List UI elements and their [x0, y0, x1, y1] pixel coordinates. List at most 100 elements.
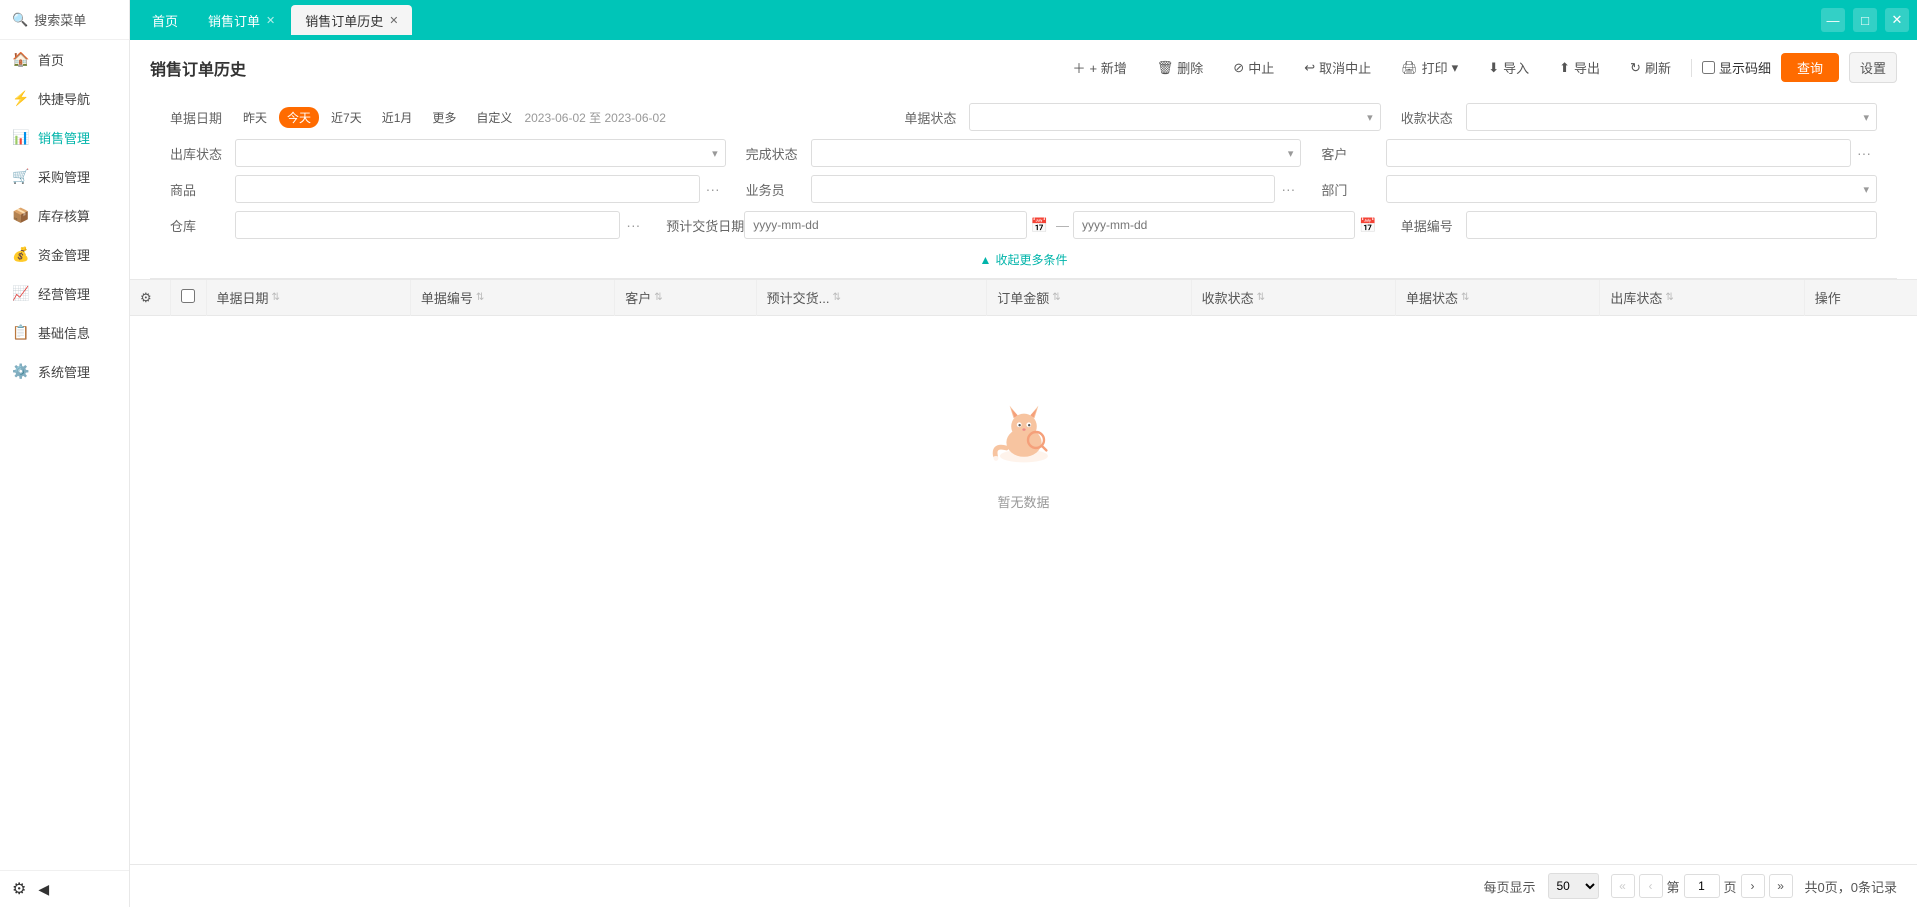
filter-complete-status-group: 完成状态 [746, 139, 1302, 167]
filter-expected-date-start[interactable] [744, 211, 1026, 239]
topbar: 首页 销售订单 ✕ 销售订单历史 ✕ — □ ✕ [130, 0, 1917, 40]
col-amount-sort-icon: ⇅ [1052, 292, 1060, 303]
col-actions-label: 操作 [1815, 288, 1841, 307]
col-no-sort-icon: ⇅ [476, 292, 484, 303]
pagination-prev[interactable]: ‹ [1639, 874, 1663, 898]
col-customer[interactable]: 客户 ⇅ [615, 280, 756, 316]
date-1month-btn[interactable]: 近1月 [374, 107, 421, 128]
inventory-icon: 📦 [12, 207, 30, 224]
col-expected-date[interactable]: 预计交货... ⇅ [756, 280, 987, 316]
tab-sales-order-close[interactable]: ✕ [266, 14, 275, 27]
add-button[interactable]: ＋ + 新增 [1063, 53, 1137, 82]
content-area: 销售订单历史 ＋ + 新增 🗑 删除 ⊘ 中止 ↩ [130, 40, 1917, 907]
col-date[interactable]: 单据日期 ⇅ [206, 280, 410, 316]
pagination-next[interactable]: › [1741, 874, 1765, 898]
col-payment-status[interactable]: 收款状态 ⇅ [1191, 280, 1395, 316]
tab-home[interactable]: 首页 [138, 5, 192, 35]
col-order-status[interactable]: 单据状态 ⇅ [1396, 280, 1600, 316]
sidebar-item-operations[interactable]: 📈 经营管理 [0, 274, 129, 313]
filter-customer-input[interactable] [1386, 139, 1851, 167]
page-number-input[interactable] [1684, 874, 1720, 898]
filter-row-1: 单据日期 昨天 今天 近7天 近1月 更多 自定义 2023-06-02 至 2… [170, 103, 1877, 131]
col-order-status-sort-icon: ⇅ [1461, 292, 1469, 303]
table-select-all[interactable] [181, 289, 195, 303]
sidebar-item-basic-info[interactable]: 📋 基础信息 [0, 313, 129, 352]
filter-collapse-row[interactable]: ▲ 收起更多条件 [170, 247, 1877, 268]
sidebar-item-sales[interactable]: 📊 销售管理 [0, 118, 129, 157]
filter-order-no-input[interactable] [1466, 211, 1877, 239]
maximize-button[interactable]: □ [1853, 8, 1877, 32]
filter-product-group: 商品 ··· [170, 175, 726, 203]
print-button[interactable]: 🖨 打印 ▾ [1391, 53, 1468, 82]
col-payment-status-sort-icon: ⇅ [1257, 292, 1265, 303]
filter-department-wrapper [1386, 175, 1877, 203]
filter-order-no-group: 单据编号 [1401, 211, 1877, 239]
display-cols-checkbox[interactable] [1702, 61, 1715, 74]
cancel-stop-icon: ↩ [1304, 60, 1315, 76]
sidebar-item-home[interactable]: 🏠 首页 [0, 40, 129, 79]
tab-sales-order-history[interactable]: 销售订单历史 ✕ [291, 5, 412, 35]
date-more-btn[interactable]: 更多 [424, 107, 464, 128]
display-cols-toggle[interactable]: 显示码细 [1702, 58, 1771, 77]
filter-expected-date-end[interactable] [1073, 211, 1355, 239]
cancel-stop-button[interactable]: ↩ 取消中止 [1294, 53, 1381, 82]
sidebar-item-purchase[interactable]: 🛒 采购管理 [0, 157, 129, 196]
col-amount[interactable]: 订单金额 ⇅ [987, 280, 1191, 316]
filter-area: 单据日期 昨天 今天 近7天 近1月 更多 自定义 2023-06-02 至 2… [150, 93, 1897, 279]
pagination-last[interactable]: » [1769, 874, 1793, 898]
col-expected-date-sort-icon: ⇅ [833, 292, 841, 303]
tab-sales-order[interactable]: 销售订单 ✕ [194, 5, 289, 35]
filter-customer-dots-btn[interactable]: ··· [1851, 143, 1877, 163]
filter-complete-status-label: 完成状态 [746, 144, 811, 163]
sidebar-settings-icon[interactable]: ⚙ [12, 879, 26, 899]
filter-salesperson-dots-btn[interactable]: ··· [1275, 179, 1301, 199]
export-button[interactable]: ⬆ 导出 [1549, 53, 1610, 82]
filter-order-status-select[interactable] [969, 103, 1380, 131]
table-settings-col[interactable]: ⚙ [130, 280, 170, 316]
query-button[interactable]: 查询 [1781, 53, 1839, 82]
refresh-button[interactable]: ↻ 刷新 [1620, 53, 1681, 82]
import-button[interactable]: ⬇ 导入 [1478, 53, 1539, 82]
filter-complete-status-select[interactable] [811, 139, 1302, 167]
date-7days-btn[interactable]: 近7天 [323, 107, 370, 128]
quick-nav-icon: ⚡ [12, 90, 30, 107]
col-out-status[interactable]: 出库状态 ⇅ [1600, 280, 1804, 316]
stop-button[interactable]: ⊘ 中止 [1223, 53, 1284, 82]
col-no[interactable]: 单据编号 ⇅ [410, 280, 614, 316]
filter-warehouse-input[interactable] [235, 211, 620, 239]
sidebar-collapse-icon[interactable]: ◀ [38, 881, 49, 898]
filter-warehouse-dots-btn[interactable]: ··· [620, 215, 646, 235]
filter-product-input[interactable] [235, 175, 700, 203]
close-button[interactable]: ✕ [1885, 8, 1909, 32]
col-actions: 操作 [1804, 280, 1917, 316]
filter-payment-status-wrapper [1466, 103, 1877, 131]
col-expected-date-label: 预计交货... [767, 288, 830, 307]
sidebar-item-finance[interactable]: 💰 资金管理 [0, 235, 129, 274]
date-today-btn[interactable]: 今天 [279, 107, 319, 128]
table-body: 暂无数据 [130, 316, 1917, 592]
date-custom-btn[interactable]: 自定义 [468, 107, 520, 128]
pagination-first[interactable]: « [1611, 874, 1635, 898]
print-label: 打印 [1422, 58, 1448, 77]
col-date-label: 单据日期 [217, 288, 269, 307]
settings-button[interactable]: 设置 [1849, 52, 1897, 83]
add-icon: ＋ [1073, 58, 1086, 77]
date-yesterday-btn[interactable]: 昨天 [235, 107, 275, 128]
filter-department-select[interactable] [1386, 175, 1877, 203]
filter-out-status-select[interactable] [235, 139, 726, 167]
sidebar-search[interactable]: 🔍 搜索菜单 [0, 0, 129, 40]
filter-salesperson-input[interactable] [811, 175, 1276, 203]
filter-product-dots-btn[interactable]: ··· [700, 179, 726, 199]
minimize-button[interactable]: — [1821, 8, 1845, 32]
sidebar-item-label: 系统管理 [38, 362, 90, 381]
filter-payment-status-select[interactable] [1466, 103, 1877, 131]
sidebar-item-system[interactable]: ⚙️ 系统管理 [0, 352, 129, 391]
delete-button[interactable]: 🗑 删除 [1147, 53, 1214, 82]
filter-salesperson-group: 业务员 ··· [746, 175, 1302, 203]
table-settings-icon[interactable]: ⚙ [140, 290, 152, 305]
page-size-select[interactable]: 50 10 20 100 [1548, 873, 1599, 899]
purchase-icon: 🛒 [12, 168, 30, 185]
sidebar-item-inventory[interactable]: 📦 库存核算 [0, 196, 129, 235]
sidebar-item-quick-nav[interactable]: ⚡ 快捷导航 [0, 79, 129, 118]
tab-sales-order-history-close[interactable]: ✕ [389, 14, 398, 27]
